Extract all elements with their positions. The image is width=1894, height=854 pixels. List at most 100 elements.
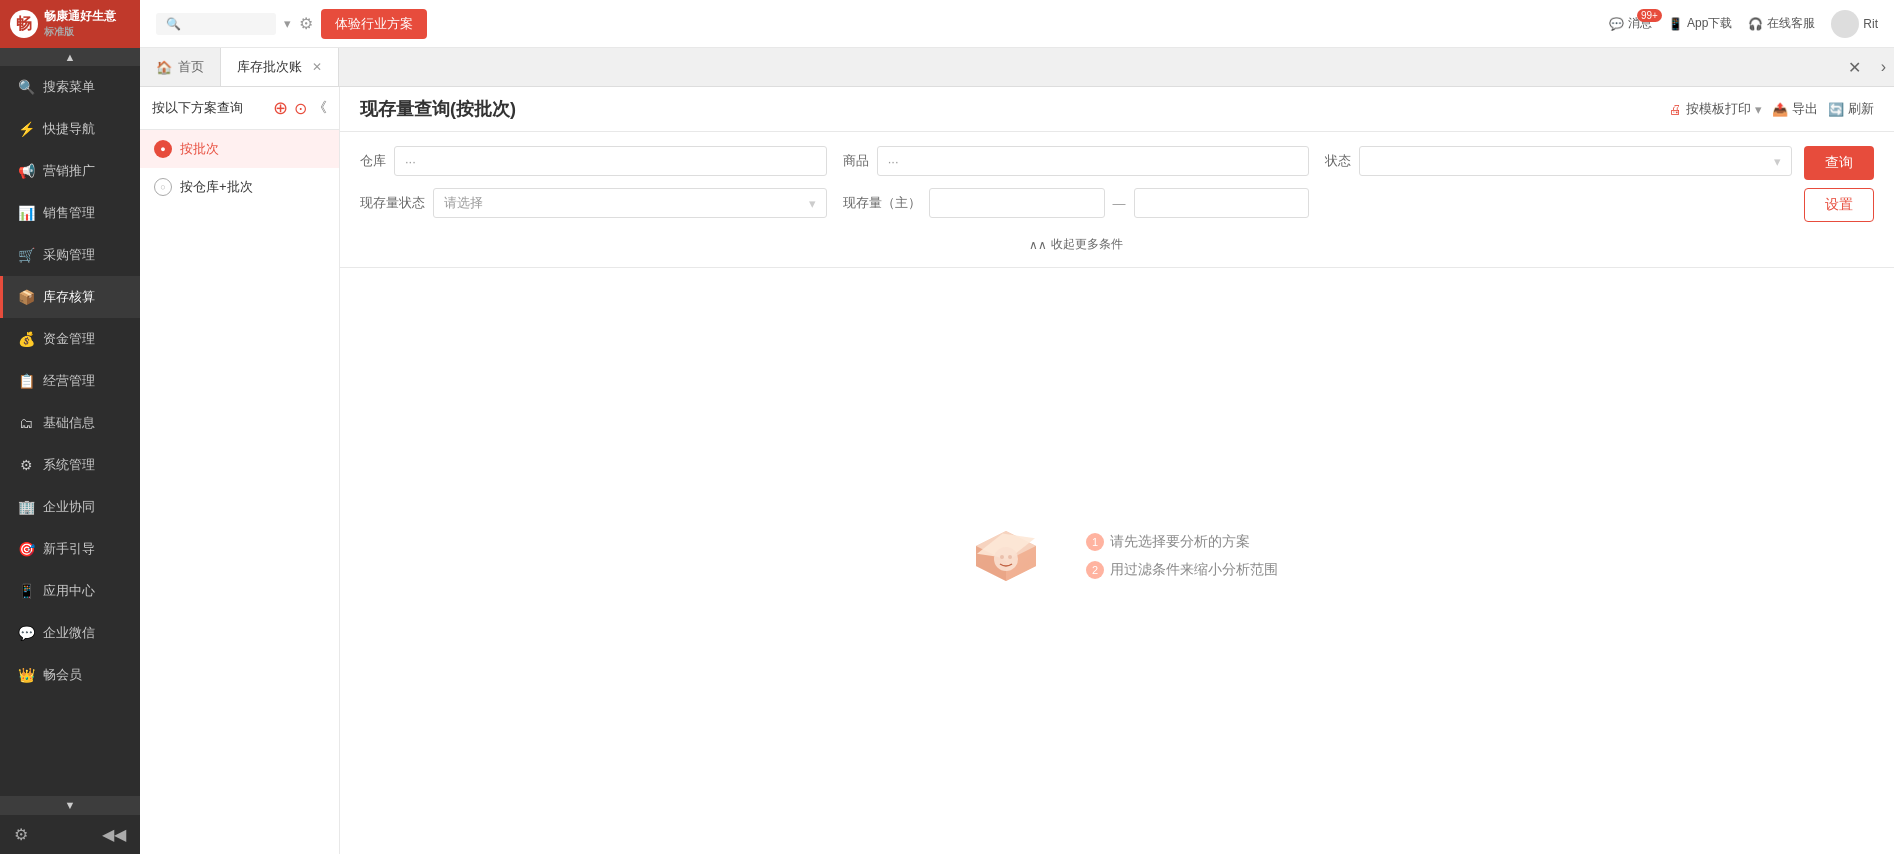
tab-close-btn[interactable]: ✕ bbox=[312, 60, 322, 74]
query-buttons: 查询 设置 bbox=[1804, 146, 1874, 222]
sidebar-item-finance[interactable]: 💰 资金管理 bbox=[0, 318, 140, 360]
add-scheme-btn[interactable]: ⊕ bbox=[273, 97, 288, 119]
sidebar-item-marketing[interactable]: 📢 营销推广 bbox=[0, 150, 140, 192]
print-template-label: 按模板打印 bbox=[1686, 100, 1751, 118]
warehouse-filter-group: 仓库 ··· bbox=[360, 146, 827, 176]
collapse-arrow-up-icon: ∧∧ bbox=[1029, 238, 1047, 252]
stock-status-select[interactable]: 请选择 ▾ bbox=[433, 188, 827, 218]
filter-area: 仓库 ··· 商品 ··· bbox=[340, 132, 1894, 268]
collapse-sidebar-icon[interactable]: ◀◀ bbox=[102, 825, 126, 844]
product-input[interactable]: ··· bbox=[877, 146, 1310, 176]
sidebar-header: 畅 畅康通好生意 标准版 bbox=[0, 0, 140, 48]
collapse-left-panel-icon[interactable]: 《 bbox=[313, 99, 327, 117]
main-area: 🔍 ▾ ⚙ 体验行业方案 💬 消息 99+ 📱 App下载 🎧 在线客服 Ri bbox=[140, 0, 1894, 854]
sidebar-item-label: 基础信息 bbox=[43, 414, 95, 432]
export-btn[interactable]: 📤 导出 bbox=[1772, 100, 1818, 118]
sidebar-item-member[interactable]: 👑 畅会员 bbox=[0, 654, 140, 696]
empty-state: 1 请先选择要分析的方案 2 用过滤条件来缩小分析范围 bbox=[340, 268, 1894, 854]
stock-amount-to-input[interactable] bbox=[1134, 188, 1310, 218]
print-dropdown-icon[interactable]: ▾ bbox=[1755, 102, 1762, 117]
sidebar-item-apps[interactable]: 📱 应用中心 bbox=[0, 570, 140, 612]
sidebar-item-search[interactable]: 🔍 搜索菜单 bbox=[0, 66, 140, 108]
sidebar-item-inventory[interactable]: 📦 库存核算 bbox=[0, 276, 140, 318]
sidebar-item-system[interactable]: ⚙ 系统管理 bbox=[0, 444, 140, 486]
user-name: Rit bbox=[1863, 17, 1878, 31]
refresh-btn[interactable]: 🔄 刷新 bbox=[1828, 100, 1874, 118]
sidebar-item-label: 营销推广 bbox=[43, 162, 95, 180]
svg-point-7 bbox=[1008, 555, 1012, 559]
warehouse-label: 仓库 bbox=[360, 152, 386, 170]
stock-amount-from-input[interactable] bbox=[929, 188, 1105, 218]
panel-item-by-batch[interactable]: ● 按批次 bbox=[140, 130, 339, 168]
user-profile[interactable]: Rit bbox=[1831, 10, 1878, 38]
app-download-btn[interactable]: 📱 App下载 bbox=[1668, 15, 1732, 32]
topbar-left: 🔍 ▾ ⚙ 体验行业方案 bbox=[156, 9, 1599, 39]
settings-gear-icon[interactable]: ⚙ bbox=[299, 14, 313, 33]
scheme-settings-icon[interactable]: ⊙ bbox=[294, 99, 307, 118]
sidebar-item-label: 企业微信 bbox=[43, 624, 95, 642]
print-template-btn[interactable]: 🖨 按模板打印 ▾ bbox=[1669, 100, 1762, 118]
filter-row-2: 现存量状态 请选择 ▾ 现存量（主） — bbox=[360, 188, 1792, 218]
batch-scheme-icon: ● bbox=[154, 140, 172, 158]
product-label: 商品 bbox=[843, 152, 869, 170]
status-label: 状态 bbox=[1325, 152, 1351, 170]
svg-point-6 bbox=[1000, 555, 1004, 559]
warehouse-input[interactable]: ··· bbox=[394, 146, 827, 176]
online-service-btn[interactable]: 🎧 在线客服 bbox=[1748, 15, 1815, 32]
panel-item-label: 按仓库+批次 bbox=[180, 178, 253, 196]
sidebar-item-label: 快捷导航 bbox=[43, 120, 95, 138]
stock-status-label: 现存量状态 bbox=[360, 194, 425, 212]
settings-icon[interactable]: ⚙ bbox=[14, 825, 28, 844]
sidebar-footer: ⚙ ◀◀ bbox=[0, 814, 140, 854]
app-edition: 标准版 bbox=[44, 25, 116, 39]
experience-btn[interactable]: 体验行业方案 bbox=[321, 9, 427, 39]
message-badge: 99+ bbox=[1637, 9, 1662, 22]
status-select[interactable]: ▾ bbox=[1359, 146, 1792, 176]
wechat-icon: 💬 bbox=[17, 624, 35, 642]
sidebar-item-quick[interactable]: ⚡ 快捷导航 bbox=[0, 108, 140, 150]
right-content: 现存量查询(按批次) 🖨 按模板打印 ▾ 📤 导出 🔄 刷新 bbox=[340, 87, 1894, 854]
export-icon: 📤 bbox=[1772, 102, 1788, 117]
query-btn[interactable]: 查询 bbox=[1804, 146, 1874, 180]
collapse-row: ∧∧ 收起更多条件 bbox=[360, 230, 1792, 253]
sidebar-item-basic[interactable]: 🗂 基础信息 bbox=[0, 402, 140, 444]
stock-amount-filter-group: 现存量（主） — bbox=[843, 188, 1310, 218]
sidebar-item-purchase[interactable]: 🛒 采购管理 bbox=[0, 234, 140, 276]
stock-amount-dash: — bbox=[1113, 196, 1126, 211]
topbar: 🔍 ▾ ⚙ 体验行业方案 💬 消息 99+ 📱 App下载 🎧 在线客服 Ri bbox=[140, 0, 1894, 48]
message-btn[interactable]: 💬 消息 99+ bbox=[1609, 15, 1652, 32]
page-title: 现存量查询(按批次) bbox=[360, 97, 516, 121]
collapse-btn[interactable]: ∧∧ 收起更多条件 bbox=[1029, 236, 1123, 253]
tab-home[interactable]: 🏠 首页 bbox=[140, 48, 221, 86]
search-menu-icon: 🔍 bbox=[17, 78, 35, 96]
sidebar-item-sales[interactable]: 📊 销售管理 bbox=[0, 192, 140, 234]
search-icon: 🔍 bbox=[166, 17, 181, 31]
tabbar: 🏠 首页 库存批次账 ✕ ✕ › bbox=[140, 48, 1894, 87]
empty-illustration bbox=[956, 511, 1056, 611]
sidebar-item-label: 库存核算 bbox=[43, 288, 95, 306]
sidebar-item-operations[interactable]: 📋 经营管理 bbox=[0, 360, 140, 402]
sidebar-item-enterprise[interactable]: 🏢 企业协同 bbox=[0, 486, 140, 528]
apps-icon: 📱 bbox=[17, 582, 35, 600]
refresh-label: 刷新 bbox=[1848, 100, 1874, 118]
settings-btn[interactable]: 设置 bbox=[1804, 188, 1874, 222]
app-download-label: App下载 bbox=[1687, 15, 1732, 32]
sales-icon: 📊 bbox=[17, 204, 35, 222]
enterprise-icon: 🏢 bbox=[17, 498, 35, 516]
collapse-label: 收起更多条件 bbox=[1051, 236, 1123, 253]
tip2-text: 用过滤条件来缩小分析范围 bbox=[1110, 561, 1278, 579]
sidebar-item-newbie[interactable]: 🎯 新手引导 bbox=[0, 528, 140, 570]
topbar-search[interactable]: 🔍 bbox=[156, 13, 276, 35]
page-header: 现存量查询(按批次) 🖨 按模板打印 ▾ 📤 导出 🔄 刷新 bbox=[340, 87, 1894, 132]
dropdown-arrow-icon[interactable]: ▾ bbox=[284, 16, 291, 31]
stock-status-filter-group: 现存量状态 请选择 ▾ bbox=[360, 188, 827, 218]
topbar-right: 💬 消息 99+ 📱 App下载 🎧 在线客服 Rit bbox=[1609, 10, 1878, 38]
tab-close-main-btn[interactable]: ✕ bbox=[1836, 50, 1873, 85]
panel-item-by-warehouse-batch[interactable]: ○ 按仓库+批次 bbox=[140, 168, 339, 206]
sidebar-scroll-up[interactable]: ▲ bbox=[0, 48, 140, 66]
phone-icon: 📱 bbox=[1668, 17, 1683, 31]
tab-scroll-right-icon[interactable]: › bbox=[1873, 58, 1894, 76]
tab-inventory-batch[interactable]: 库存批次账 ✕ bbox=[221, 48, 339, 86]
sidebar-scroll-down[interactable]: ▼ bbox=[0, 796, 140, 814]
sidebar-item-wechat[interactable]: 💬 企业微信 bbox=[0, 612, 140, 654]
